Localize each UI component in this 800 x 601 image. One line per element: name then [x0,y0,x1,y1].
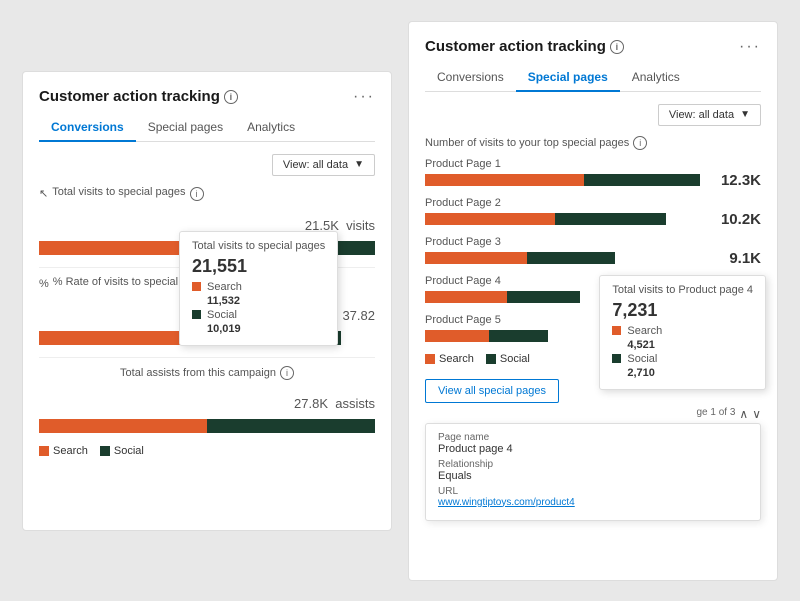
right-view-dropdown: View: all data ▼ [425,104,761,126]
right-tab-analytics[interactable]: Analytics [620,64,692,92]
right-legend-social: Social [486,353,530,365]
left-special-visits-bar-container: Total visits to special pages 21,551 Sea… [39,241,375,255]
left-tooltip-search-dot [192,282,201,291]
nav-next-icon[interactable]: ∨ [752,407,761,421]
assists-info-icon[interactable]: i [280,366,294,380]
left-panel: Customer action tracking i ··· Conversio… [22,71,392,531]
nav-prev-icon[interactable]: ∧ [739,407,748,421]
page-item-2: Product Page 2 10.2K [425,197,761,228]
right-tabs: Conversions Special pages Analytics [425,64,761,92]
left-assists-bar-orange [39,419,207,433]
view-all-special-pages-btn[interactable]: View all special pages [425,379,559,403]
filter-url-row: URL www.wingtiptoys.com/product4 [438,486,748,508]
left-panel-header: Customer action tracking i ··· [39,88,375,106]
right-legend-search-dot [425,354,435,364]
left-legend-search: Search [39,445,88,457]
left-tab-analytics[interactable]: Analytics [235,114,307,142]
left-view-dropdown: View: all data ▼ [39,154,375,176]
left-tooltip-social-value-row: 10,019 [192,323,325,335]
right-more-menu-icon[interactable]: ··· [739,38,761,56]
right-title-info-icon[interactable]: i [610,40,624,54]
right-tooltip-title: Total visits to Product page 4 [612,284,753,296]
left-assists-bar-dark [207,419,375,433]
right-tab-conversions[interactable]: Conversions [425,64,516,92]
left-legend-social: Social [100,445,144,457]
left-tooltip-title: Total visits to special pages [192,240,325,252]
right-tooltip-social-dot [612,354,621,363]
left-assists-value: 27.8K assists [39,384,375,415]
left-tooltip-search-row: Search [192,281,325,293]
right-section-header: Number of visits to your top special pag… [425,136,761,150]
left-assists-header: Total assists from this campaign i [39,366,375,380]
left-tooltip-social-row: Social [192,309,325,321]
left-legend: Search Social [39,445,375,457]
right-panel-title: Customer action tracking i [425,38,624,55]
right-legend-social-dot [486,354,496,364]
left-tab-special-pages[interactable]: Special pages [136,114,235,142]
right-page-list: Product Page 1 12.3K Product Page 2 10.2… [425,158,761,345]
left-special-visits-header: ↖ Total visits to special pages i [39,186,375,202]
left-tooltip-search-value-row: 11,532 [192,295,325,307]
page-counter: ge 1 of 3 [696,407,735,418]
right-tooltip: Total visits to Product page 4 7,231 Sea… [599,275,766,390]
right-legend-search: Search [425,353,474,365]
filter-tooltip: Page name Product page 4 Relationship Eq… [425,423,761,521]
right-panel: Customer action tracking i ··· Conversio… [408,21,778,581]
left-legend-search-dot [39,446,49,456]
right-tooltip-search-value-row: 4,521 [612,339,753,351]
left-title-info-icon[interactable]: i [224,90,238,104]
right-tooltip-total: 7,231 [612,300,753,321]
left-tooltip-social-dot [192,310,201,319]
right-tooltip-search-dot [612,326,621,335]
left-dropdown-btn[interactable]: View: all data ▼ [272,154,375,176]
left-divider-2 [39,357,375,358]
page-item-3: Product Page 3 9.1K [425,236,761,267]
left-tabs: Conversions Special pages Analytics [39,114,375,142]
right-section-info-icon[interactable]: i [633,136,647,150]
right-tooltip-social-row: Social [612,353,753,365]
right-tooltip-social-value-row: 2,710 [612,367,753,379]
filter-relationship-row: Relationship Equals [438,459,748,482]
page-item-4: Product Page 4 7.2K Total visits to Prod… [425,275,761,306]
left-legend-social-dot [100,446,110,456]
left-tooltip-total: 21,551 [192,256,325,277]
special-visits-info-icon[interactable]: i [190,187,204,201]
right-dropdown-chevron-icon: ▼ [740,109,750,120]
filter-page-name-row: Page name Product page 4 [438,432,748,455]
left-panel-title: Customer action tracking i [39,88,238,105]
left-assists-bar [39,419,375,433]
right-dropdown-btn[interactable]: View: all data ▼ [658,104,761,126]
left-tooltip: Total visits to special pages 21,551 Sea… [179,231,338,346]
cursor-icon: ↖ [39,187,48,200]
right-tooltip-search-row: Search [612,325,753,337]
right-tab-special-pages[interactable]: Special pages [516,64,620,92]
right-panel-header: Customer action tracking i ··· [425,38,761,56]
filter-tooltip-container: ge 1 of 3 ∧ ∨ Page name Product page 4 R… [425,407,761,521]
left-tab-conversions[interactable]: Conversions [39,114,136,142]
pct-icon: % [39,278,49,290]
left-more-menu-icon[interactable]: ··· [353,88,375,106]
page-item-1: Product Page 1 12.3K [425,158,761,189]
left-dropdown-chevron-icon: ▼ [354,159,364,170]
